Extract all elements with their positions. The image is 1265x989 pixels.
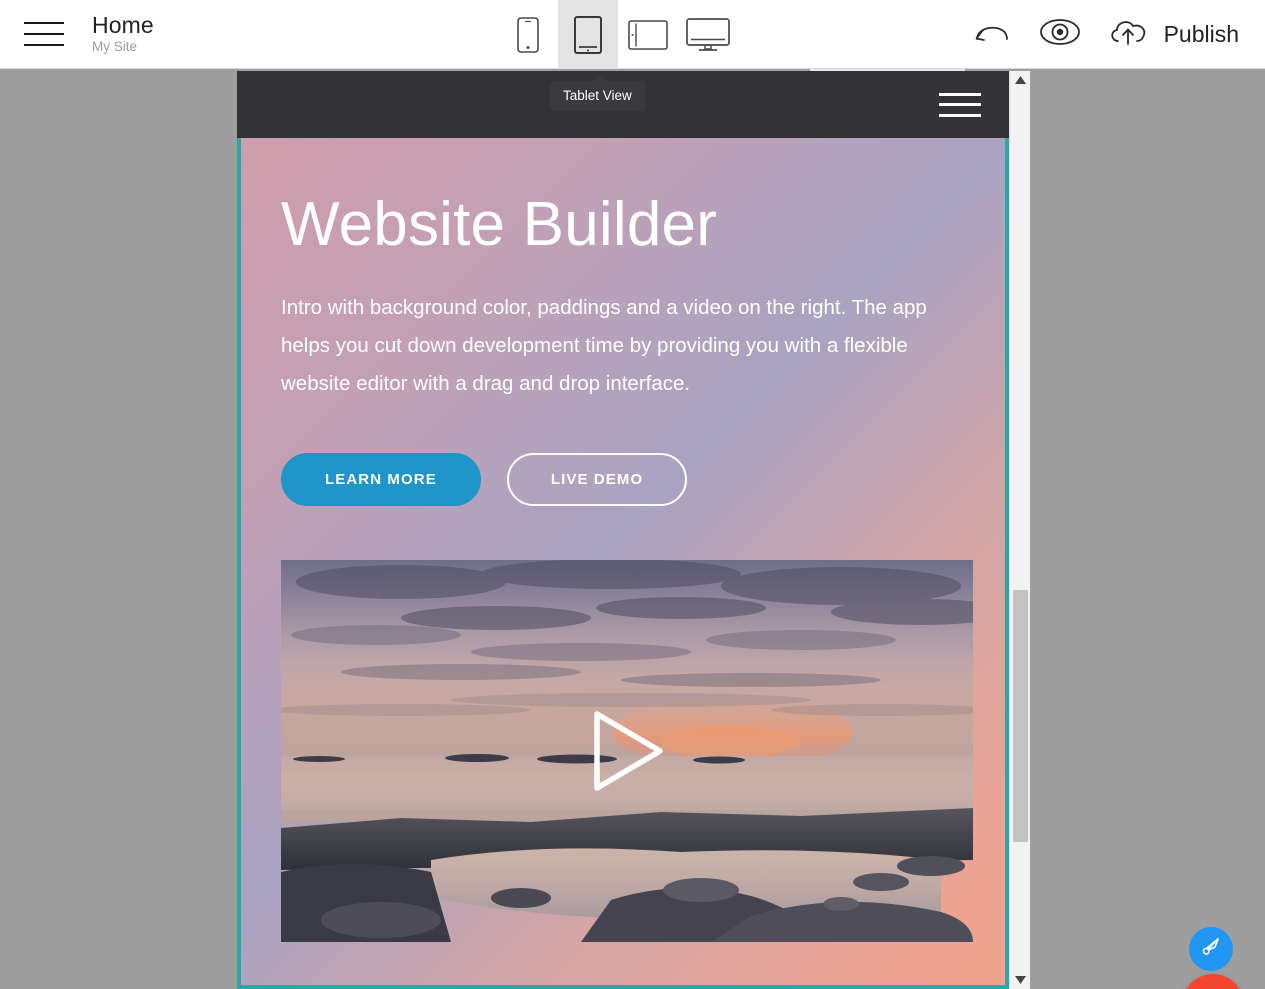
chevron-up-icon <box>1015 71 1026 89</box>
hamburger-menu-icon[interactable] <box>24 17 66 51</box>
desktop-monitor-icon <box>686 18 730 52</box>
editor-canvas: Website Builder Intro with background co… <box>0 69 1265 989</box>
hero-heading: Website Builder <box>281 192 965 259</box>
device-view-tooltip: Tablet View <box>550 81 645 111</box>
site-preview-frame: Website Builder Intro with background co… <box>237 71 1009 989</box>
hamburger-line <box>939 103 981 106</box>
preview-button[interactable] <box>1039 17 1081 52</box>
cloud-upload-icon <box>1107 16 1153 53</box>
phone-icon <box>517 17 539 53</box>
toolbar-right-group: Publish <box>973 0 1245 69</box>
tablet-portrait-icon <box>574 16 602 54</box>
chevron-down-icon <box>1015 971 1026 989</box>
publish-button[interactable]: Publish <box>1107 16 1245 53</box>
hero-video-thumbnail[interactable] <box>281 560 973 942</box>
site-titles: Home My Site <box>92 13 154 54</box>
learn-more-button[interactable]: LEARN MORE <box>281 453 481 506</box>
hamburger-line <box>24 22 64 24</box>
undo-button[interactable] <box>973 17 1013 52</box>
device-button-tablet-landscape[interactable] <box>618 0 678 69</box>
page-title: Home <box>92 13 154 37</box>
app-toolbar: Home My Site <box>0 0 1265 69</box>
hero-button-group: LEARN MORE LIVE DEMO <box>281 453 965 506</box>
publish-label: Publish <box>1164 21 1239 48</box>
eye-icon <box>1039 17 1081 52</box>
add-block-fab[interactable] <box>1182 974 1244 989</box>
device-button-tablet[interactable] <box>558 0 618 69</box>
scrollbar-up-arrow[interactable] <box>1010 71 1031 89</box>
paintbrush-icon <box>1199 935 1223 964</box>
device-button-mobile[interactable] <box>498 0 558 69</box>
scrollbar-down-arrow[interactable] <box>1010 971 1031 989</box>
play-triangle-icon[interactable] <box>588 708 666 794</box>
hamburger-line <box>939 93 981 96</box>
scrollbar-thumb[interactable] <box>1013 590 1028 842</box>
device-view-switcher <box>498 0 738 69</box>
hero-section-wrapper[interactable]: Website Builder Intro with background co… <box>237 138 1009 989</box>
hamburger-line <box>24 44 64 46</box>
device-button-desktop[interactable] <box>678 0 738 69</box>
preview-scrollbar[interactable] <box>1009 71 1030 989</box>
site-name: My Site <box>92 40 154 54</box>
toolbar-left-group: Home My Site <box>0 13 154 54</box>
hamburger-line <box>939 114 981 117</box>
live-demo-button[interactable]: LIVE DEMO <box>507 453 687 506</box>
hamburger-line <box>24 33 64 35</box>
undo-arrow-icon <box>973 17 1013 52</box>
tablet-landscape-icon <box>628 20 668 50</box>
style-editor-fab[interactable] <box>1189 927 1233 971</box>
hero-section: Website Builder Intro with background co… <box>241 138 1005 985</box>
site-hamburger-menu-icon[interactable] <box>939 93 981 117</box>
hero-paragraph: Intro with background color, paddings an… <box>281 289 941 403</box>
